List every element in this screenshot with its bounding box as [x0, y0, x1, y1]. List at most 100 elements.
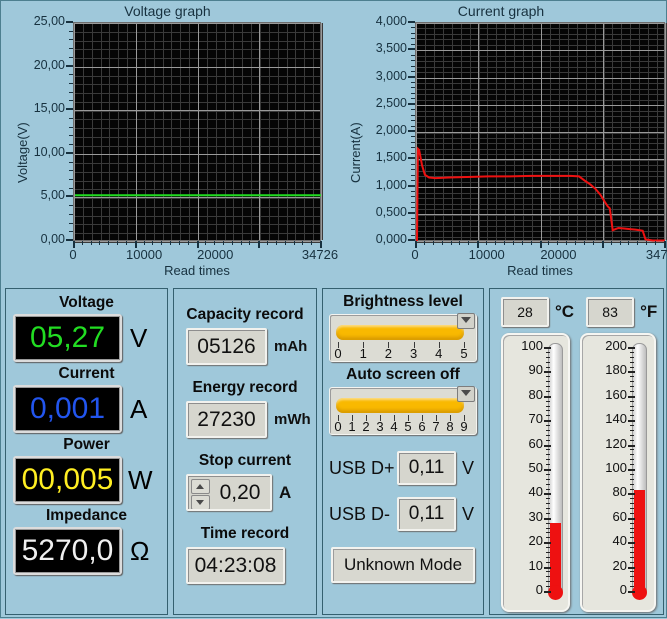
thermometer-tick-label: 50 — [528, 460, 543, 475]
capacity-record-field[interactable]: 05126 — [186, 328, 267, 365]
x-tick-mark — [601, 241, 604, 248]
celsius-field[interactable]: 28 — [501, 297, 549, 327]
x-tick-mark — [320, 241, 322, 248]
thermometer-tick-label: 180 — [605, 362, 627, 378]
auto-screen-off-slider[interactable]: 0123456789 — [329, 386, 477, 435]
y-minor-tick — [411, 87, 415, 89]
y-minor-tick — [411, 174, 415, 176]
x-minor-tick — [170, 241, 172, 245]
thermometer-major-tick — [544, 469, 551, 471]
y-minor-tick — [411, 190, 415, 192]
stop-current-increment[interactable] — [191, 479, 210, 494]
slider-tick-label: 9 — [460, 419, 468, 434]
usb-dplus-field[interactable]: 0,11 — [397, 451, 456, 485]
x-tick-mark — [134, 241, 137, 248]
stop-current-spinner[interactable]: 0,20 — [186, 474, 272, 511]
auto-screen-off-slider-thumb[interactable] — [457, 386, 475, 402]
impedance-label: Impedance — [46, 507, 127, 524]
thermometer-minor-tick — [546, 400, 550, 402]
thermometer-tick-label: 140 — [605, 411, 627, 427]
thermometer-tick-label: 20 — [528, 533, 543, 549]
thermometer-minor-tick — [546, 576, 550, 578]
measurements-panel: Voltage 05,27 V Current 0,001 A Power 00… — [5, 288, 168, 615]
thermometer-minor-tick — [630, 356, 634, 358]
thermometer-minor-tick — [546, 498, 550, 500]
thermometer-minor-tick — [630, 547, 634, 549]
graphs-area: Voltage graph Voltage(V) 25,00 20,00 15,00… — [1, 1, 667, 284]
y-minor-tick — [411, 81, 415, 83]
voltage-label: Voltage — [59, 294, 114, 311]
y-minor-tick — [411, 207, 415, 209]
y-minor-tick — [411, 218, 415, 220]
x-minor-tick — [610, 241, 612, 245]
y-minor-tick — [411, 223, 415, 225]
usb-dplus-label: USB D+ — [329, 457, 395, 478]
y-tick-label: 3,500 — [375, 41, 407, 56]
thermometer-minor-tick — [630, 561, 634, 563]
thermometer-minor-tick — [630, 522, 634, 524]
thermometer-minor-tick — [630, 405, 634, 407]
thermometer-minor-tick — [630, 576, 634, 578]
y-tick-mark — [408, 184, 415, 187]
thermometer-minor-tick — [546, 527, 550, 529]
x-minor-tick — [205, 241, 207, 245]
y-tick-mark — [408, 211, 415, 214]
x-minor-tick — [99, 241, 101, 245]
thermometer-major-tick — [628, 591, 635, 593]
plot-series — [74, 194, 321, 197]
mode-button[interactable]: Unknown Mode — [331, 547, 475, 583]
x-minor-tick — [432, 241, 434, 245]
thermometer-minor-tick — [630, 508, 634, 510]
fahrenheit-field[interactable]: 83 — [586, 297, 635, 327]
y-tick-mark — [66, 195, 73, 198]
thermometer-tick-label: 10 — [528, 557, 543, 573]
thermometer-minor-tick — [630, 464, 634, 466]
thermometer-tick-label: 90 — [528, 362, 543, 378]
y-minor-tick — [69, 30, 73, 32]
auto-screen-off-slider-track[interactable] — [336, 398, 464, 413]
brightness-slider-thumb[interactable] — [457, 313, 475, 329]
thermometer-minor-tick — [630, 586, 634, 588]
energy-record-field[interactable]: 27230 — [186, 401, 267, 438]
y-tick-label: 10,00 — [33, 144, 65, 159]
y-minor-tick — [69, 83, 73, 85]
thermometer-major-tick — [628, 371, 635, 374]
thermometer-tick-label: 60 — [528, 435, 543, 451]
x-minor-tick — [450, 241, 452, 245]
y-tick-label: 3,000 — [375, 68, 407, 83]
current-readout: 0,001 — [13, 385, 122, 433]
y-minor-tick — [69, 144, 73, 146]
power-readout: 00,005 — [13, 456, 122, 504]
thermometer-major-tick — [544, 347, 551, 349]
time-record-field[interactable]: 04:23:08 — [186, 547, 285, 584]
y-minor-tick — [411, 201, 415, 203]
usb-dplus-unit: V — [462, 457, 475, 478]
thermometer-minor-tick — [546, 547, 550, 549]
voltage-readout: 05,27 — [13, 314, 122, 362]
y-minor-tick — [411, 141, 415, 143]
thermometer-minor-tick — [630, 376, 634, 378]
current-plot-area[interactable] — [415, 22, 667, 243]
slider-tick-label: 5 — [460, 346, 468, 361]
thermometer-minor-tick — [546, 586, 550, 588]
voltage-value: 05,27 — [29, 321, 106, 354]
brightness-slider[interactable]: 0 1 2 3 4 5 — [329, 313, 477, 362]
energy-record-label: Energy record — [192, 379, 298, 396]
stop-current-decrement[interactable] — [191, 495, 210, 509]
y-minor-tick — [69, 117, 73, 119]
y-minor-tick — [69, 56, 73, 58]
x-minor-tick — [214, 241, 216, 245]
usb-dminus-field[interactable]: 0,11 — [397, 497, 456, 531]
y-tick-label: 0,500 — [375, 204, 407, 219]
x-tick-mark — [258, 241, 261, 248]
thermometer-minor-tick — [630, 473, 634, 475]
y-minor-tick — [69, 74, 73, 76]
fahrenheit-value: 83 — [602, 304, 618, 320]
brightness-slider-track[interactable] — [336, 325, 464, 340]
thermometer-minor-tick — [546, 376, 550, 378]
thermometer-major-tick — [544, 395, 551, 398]
voltage-plot-area[interactable] — [73, 22, 323, 243]
y-tick-mark — [408, 130, 415, 132]
thermometer-minor-tick — [546, 405, 550, 407]
x-minor-tick — [566, 241, 568, 245]
